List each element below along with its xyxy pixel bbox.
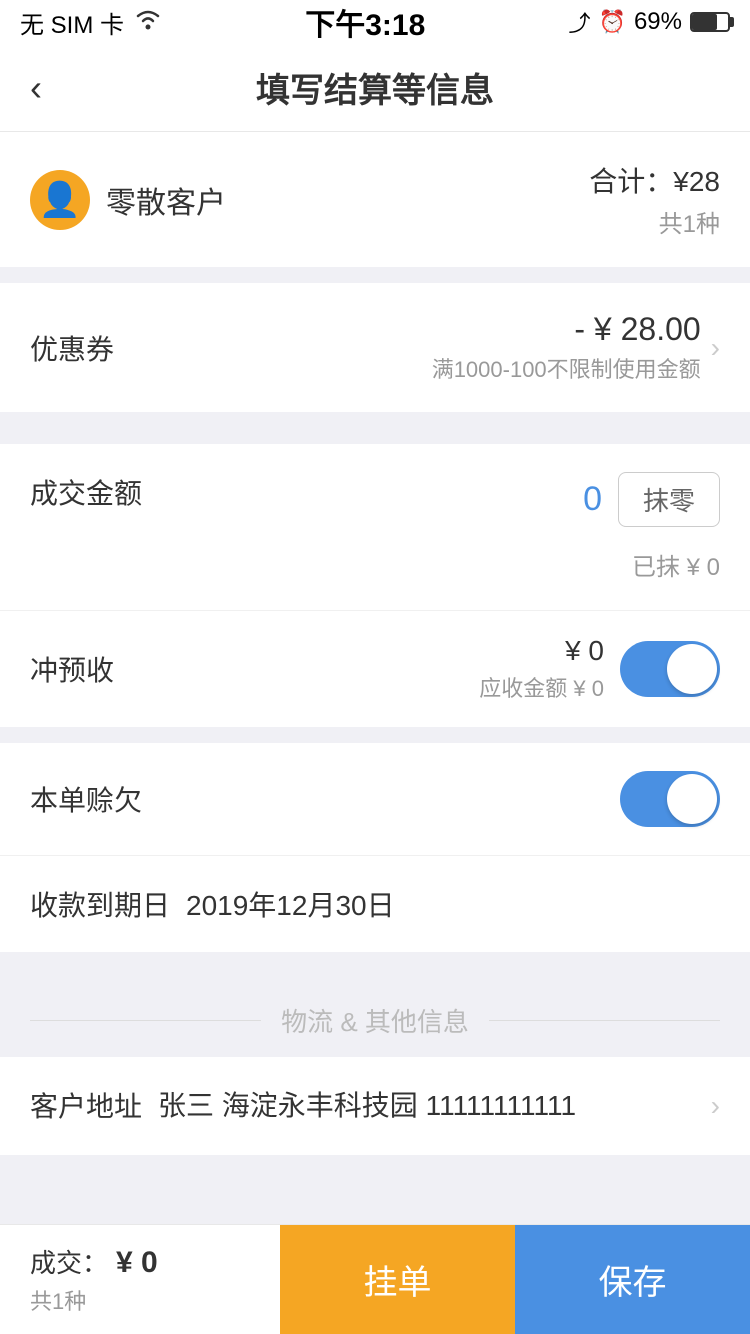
charge-sub: 应收金额 ¥ 0 [479, 671, 604, 703]
battery-text: 69% [634, 8, 682, 36]
bottom-count: 共1种 [30, 1284, 250, 1316]
bottom-transaction-row: 成交： ¥ 0 [30, 1243, 250, 1280]
logistics-line-right [489, 1020, 720, 1021]
address-row[interactable]: 客户地址 张三 海淀永丰科技园 11111111111 › [0, 1057, 750, 1155]
coupon-section: 优惠券 - ¥ 28.00 满1000-100不限制使用金额 › [0, 283, 750, 412]
bottom-info: 成交： ¥ 0 共1种 [0, 1243, 280, 1316]
charge-amount: ¥ 0 [479, 635, 604, 667]
customer-name: 零散客户 [106, 178, 226, 222]
due-date-row: 收款到期日 2019年12月30日 [0, 855, 750, 952]
carrier-text: 无 SIM 卡 [20, 5, 124, 40]
coupon-description: 满1000-100不限制使用金额 [432, 352, 701, 384]
save-button[interactable]: 保存 [515, 1225, 750, 1334]
avatar-icon: 👤 [39, 180, 81, 220]
amount-input-row: 0 抹零 [583, 472, 720, 527]
charge-info: ¥ 0 应收金额 ¥ 0 [479, 635, 604, 703]
avatar: 👤 [30, 170, 90, 230]
customer-row: 👤 零散客户 合计：¥28 共1种 [0, 132, 750, 267]
total-count: 共1种 [589, 204, 720, 239]
back-button[interactable]: ‹ [30, 67, 42, 109]
coupon-label: 优惠券 [30, 328, 114, 368]
amount-right: 0 抹零 已抹 ¥ 0 [583, 472, 720, 582]
due-label: 收款到期日 [30, 884, 170, 924]
coupon-discount: - ¥ 28.00 [432, 311, 701, 348]
due-date-value[interactable]: 2019年12月30日 [186, 884, 395, 924]
debt-row: 本单赊欠 [0, 743, 750, 855]
address-label: 客户地址 [30, 1085, 142, 1125]
status-time: 下午3:18 [305, 0, 425, 44]
wifi-icon [134, 8, 162, 37]
gray-separator [0, 428, 750, 444]
coupon-info: - ¥ 28.00 满1000-100不限制使用金额 [432, 311, 701, 384]
bottom-transaction-label: 成交： [30, 1243, 108, 1280]
gray-separator-2 [0, 727, 750, 743]
charge-toggle[interactable] [620, 641, 720, 697]
logistics-title: 物流 & 其他信息 [281, 1002, 469, 1039]
status-bar: 无 SIM 卡 下午3:18 ⤴ ⏰ 69% [0, 0, 750, 44]
page-title: 填写结算等信息 [256, 63, 494, 112]
logistics-header: 物流 & 其他信息 [0, 984, 750, 1057]
address-section: 客户地址 张三 海淀永丰科技园 11111111111 › [0, 1057, 750, 1155]
amount-sub: 已抹 ¥ 0 [632, 547, 720, 582]
round-button[interactable]: 抹零 [618, 472, 720, 527]
alarm-icon: ⏰ [599, 9, 626, 35]
transaction-section: 成交金额 0 抹零 已抹 ¥ 0 冲预收 ¥ 0 应收金额 ¥ 0 [0, 444, 750, 727]
address-value: 张三 海淀永丰科技园 11111111111 [158, 1085, 576, 1127]
address-chevron-icon: › [711, 1090, 720, 1122]
debt-label: 本单赊欠 [30, 779, 142, 819]
charge-right: ¥ 0 应收金额 ¥ 0 [479, 635, 720, 703]
status-right: ⤴ ⏰ 69% [569, 6, 730, 38]
chevron-right-icon: › [711, 332, 720, 364]
amount-row: 成交金额 0 抹零 已抹 ¥ 0 [0, 444, 750, 610]
charge-prepay-row: 冲预收 ¥ 0 应收金额 ¥ 0 [0, 610, 750, 727]
logistics-line-left [30, 1020, 261, 1021]
hold-button[interactable]: 挂单 [280, 1225, 515, 1334]
toggle-knob [667, 644, 717, 694]
total-amount: 合计：¥28 [589, 160, 720, 200]
amount-label: 成交金额 [30, 472, 142, 512]
amount-value[interactable]: 0 [583, 480, 602, 519]
coupon-right: - ¥ 28.00 满1000-100不限制使用金额 › [432, 311, 720, 384]
nav-bar: ‹ 填写结算等信息 [0, 44, 750, 132]
debt-section: 本单赊欠 收款到期日 2019年12月30日 [0, 743, 750, 952]
battery-icon [690, 12, 730, 32]
bottom-transaction-amount: ¥ 0 [116, 1246, 158, 1280]
logistics-section: 物流 & 其他信息 [0, 968, 750, 1057]
customer-left: 👤 零散客户 [30, 170, 226, 230]
location-icon: ⤴ [569, 6, 591, 38]
content: 👤 零散客户 合计：¥28 共1种 优惠券 - ¥ 28.00 满1000-10… [0, 132, 750, 1275]
coupon-row[interactable]: 优惠券 - ¥ 28.00 满1000-100不限制使用金额 › [0, 283, 750, 412]
status-left: 无 SIM 卡 [20, 5, 162, 40]
charge-label: 冲预收 [30, 649, 114, 689]
customer-section: 👤 零散客户 合计：¥28 共1种 [0, 132, 750, 267]
debt-toggle-knob [667, 774, 717, 824]
debt-toggle[interactable] [620, 771, 720, 827]
customer-right: 合计：¥28 共1种 [589, 160, 720, 239]
address-left: 客户地址 张三 海淀永丰科技园 11111111111 [30, 1085, 576, 1127]
bottom-bar: 成交： ¥ 0 共1种 挂单 保存 [0, 1224, 750, 1334]
